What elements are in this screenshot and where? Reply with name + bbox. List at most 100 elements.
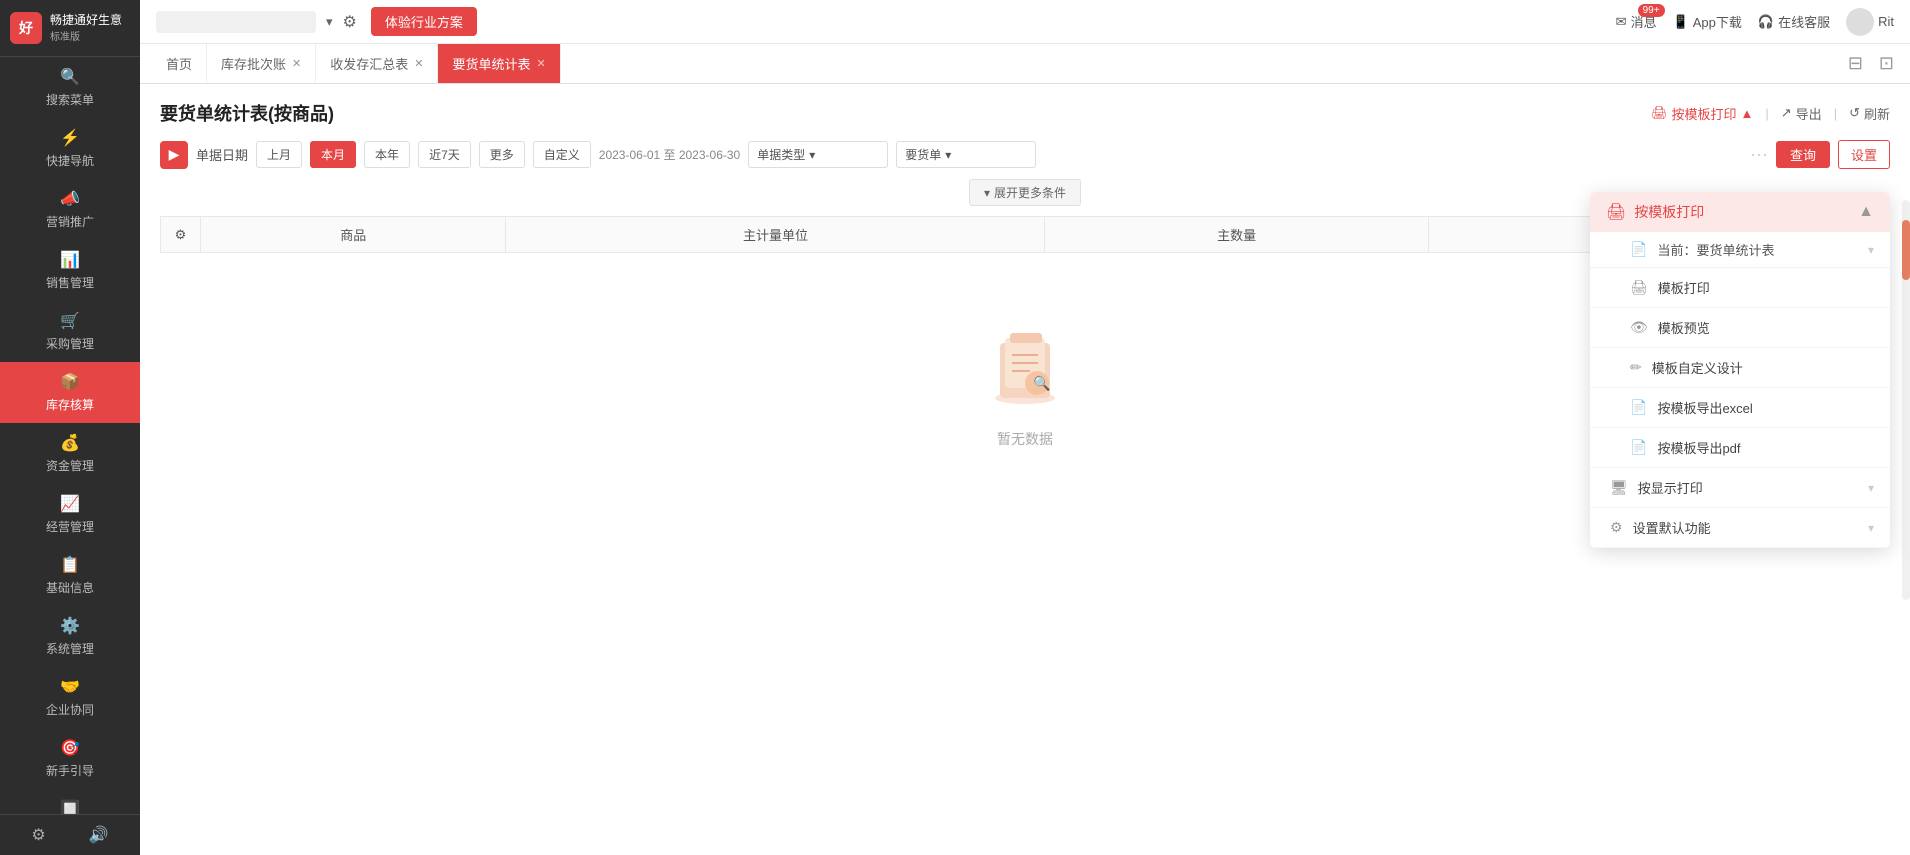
order-status-dropdown-icon: ▾ xyxy=(945,148,951,162)
filter-date-current-month[interactable]: 本月 xyxy=(310,141,356,168)
sidebar-item-label-sales: 销售管理 xyxy=(46,274,94,291)
sidebar-item-label-inventory: 库存核算 xyxy=(46,396,94,413)
sidebar-item-purchase[interactable]: 🛒 采购管理 xyxy=(0,301,140,362)
topbar-dropdown-btn[interactable]: ▾ xyxy=(326,14,333,30)
tab-inventory-batch-close[interactable]: ✕ xyxy=(292,57,301,70)
trial-btn[interactable]: 体验行业方案 xyxy=(371,7,477,36)
user-avatar-btn[interactable]: Rit xyxy=(1846,8,1894,36)
topbar-settings-icon[interactable]: ⚙ xyxy=(343,12,357,32)
sidebar-item-label-search: 搜索菜单 xyxy=(46,91,94,108)
print-dropdown-menu: 🖨 按模板打印 ▲ 📄 当前：要货单统计表 ▾ 🖨 模板打印 xyxy=(1590,192,1890,548)
notification-badge: 99+ xyxy=(1638,4,1665,17)
expand-more-icon: ▾ xyxy=(984,186,990,200)
filter-date-current-year[interactable]: 本年 xyxy=(364,141,410,168)
tab-order-stats-close[interactable]: ✕ xyxy=(537,57,546,70)
sidebar-item-apps[interactable]: 🔲 应用中心 xyxy=(0,789,140,814)
filter-date-more[interactable]: 更多 xyxy=(479,141,525,168)
refresh-btn[interactable]: ↺ 刷新 xyxy=(1849,104,1890,123)
sidebar-item-label-basic: 基础信息 xyxy=(46,579,94,596)
expand-more-btn[interactable]: ▾ 展开更多条件 xyxy=(969,179,1081,206)
tab-collection-summary-close[interactable]: ✕ xyxy=(414,57,423,70)
app-download-icon: 📱 xyxy=(1673,14,1689,30)
template-custom-label: 模板自定义设计 xyxy=(1652,358,1743,377)
dropdown-item-template-print[interactable]: 🖨 模板打印 xyxy=(1590,268,1890,308)
marketing-icon: 📣 xyxy=(60,189,80,209)
sidebar-item-basic[interactable]: 📋 基础信息 xyxy=(0,545,140,606)
sidebar-item-collab[interactable]: 🤝 企业协同 xyxy=(0,667,140,728)
filter-expand-btn[interactable]: ▶ xyxy=(160,141,188,169)
customer-service-btn[interactable]: 🎧 在线客服 xyxy=(1758,12,1830,31)
speaker-footer-btn[interactable]: 🔊 xyxy=(89,825,109,845)
page-content: 要货单统计表(按商品) 🖨 按模板打印 ▲ | ↗ 导出 | ↺ xyxy=(140,84,1910,855)
filter-right-btns: ··· 查询 设置 xyxy=(1750,140,1890,169)
sidebar-item-label-operations: 经营管理 xyxy=(46,518,94,535)
filter-date-prev-month[interactable]: 上月 xyxy=(256,141,302,168)
sidebar-item-sales[interactable]: 📊 销售管理 xyxy=(0,240,140,301)
sidebar-item-marketing[interactable]: 📣 营销推广 xyxy=(0,179,140,240)
tab-collection-summary[interactable]: 收发存汇总表 ✕ xyxy=(316,44,438,83)
vertical-scrollbar[interactable] xyxy=(1902,200,1910,600)
dropdown-item-display-print[interactable]: 🖥 按显示打印 ▾ xyxy=(1590,468,1890,508)
dropdown-item-export-pdf[interactable]: 📄 按模板导出pdf xyxy=(1590,428,1890,468)
col-settings[interactable]: ⚙ xyxy=(161,217,201,253)
dropdown-header: 🖨 按模板打印 ▲ xyxy=(1590,192,1890,232)
date-label: 单据日期 xyxy=(196,145,248,164)
sidebar-item-search[interactable]: 🔍 搜索菜单 xyxy=(0,57,140,118)
sidebar-item-label-guide: 新手引导 xyxy=(46,762,94,779)
main-area: ▾ ⚙ 体验行业方案 ✉ 消息 99+ 📱 App下载 🎧 在线客服 Rit xyxy=(140,0,1910,855)
display-print-icon: 🖥 xyxy=(1610,479,1628,496)
dropdown-current-item[interactable]: 📄 当前：要货单统计表 ▾ xyxy=(1590,232,1890,268)
sidebar-nav: 🔍 搜索菜单 ⚡ 快捷导航 📣 营销推广 📊 销售管理 🛒 采购管理 📦 库存核… xyxy=(0,57,140,814)
dropdown-close-btn[interactable]: ▲ xyxy=(1858,203,1874,221)
notification-icon: ✉ xyxy=(1616,14,1627,30)
query-btn[interactable]: 查询 xyxy=(1776,141,1830,168)
template-print-label: 模板打印 xyxy=(1658,278,1710,297)
default-func-arrow: ▾ xyxy=(1868,521,1874,535)
current-doc-icon: 📄 xyxy=(1630,241,1647,258)
filter-date-7days[interactable]: 近7天 xyxy=(418,141,471,168)
app-download-btn[interactable]: 📱 App下载 xyxy=(1673,12,1742,31)
filter-date-custom[interactable]: 自定义 xyxy=(533,141,591,168)
export-excel-label: 按模板导出excel xyxy=(1657,398,1752,417)
username-label: Rit xyxy=(1878,14,1894,29)
export-excel-icon: 📄 xyxy=(1630,399,1647,416)
sidebar-item-quick-nav[interactable]: ⚡ 快捷导航 xyxy=(0,118,140,179)
sidebar-item-inventory[interactable]: 📦 库存核算 xyxy=(0,362,140,423)
action-separator-2: | xyxy=(1834,106,1837,121)
tab-inventory-batch[interactable]: 库存批次账 ✕ xyxy=(207,44,316,83)
dropdown-item-template-custom[interactable]: ✏ 模板自定义设计 xyxy=(1590,348,1890,388)
sidebar-item-system[interactable]: ⚙️ 系统管理 xyxy=(0,606,140,667)
settings-btn[interactable]: 设置 xyxy=(1838,140,1890,169)
guide-icon: 🎯 xyxy=(60,738,80,758)
tab-minimize-btn[interactable]: ⊟ xyxy=(1844,49,1867,78)
sidebar-item-guide[interactable]: 🎯 新手引导 xyxy=(0,728,140,789)
printer-header-icon: 🖨 xyxy=(1606,202,1626,222)
dropdown-item-default-func[interactable]: ⚙ 设置默认功能 ▾ xyxy=(1590,508,1890,548)
dropdown-item-template-preview[interactable]: 👁 模板预览 xyxy=(1590,308,1890,348)
sidebar-item-label-purchase: 采购管理 xyxy=(46,335,94,352)
col-unit: 主计量单位 xyxy=(506,217,1045,253)
page-actions: 🖨 按模板打印 ▲ | ↗ 导出 | ↺ 刷新 xyxy=(1651,104,1890,123)
app-name-block: 畅捷通好生意 标准版 xyxy=(50,13,122,44)
print-template-btn[interactable]: 🖨 按模板打印 ▲ xyxy=(1651,104,1753,123)
filter-more-options[interactable]: ··· xyxy=(1750,144,1768,165)
collab-icon: 🤝 xyxy=(60,677,80,697)
notification-btn[interactable]: ✉ 消息 99+ xyxy=(1616,12,1657,31)
svg-text:🔍: 🔍 xyxy=(1033,374,1050,392)
sidebar-item-finance[interactable]: 💰 资金管理 xyxy=(0,423,140,484)
topbar-search-input[interactable] xyxy=(156,11,316,33)
order-status-select[interactable]: 要货单 ▾ xyxy=(896,141,1036,168)
dropdown-item-export-excel[interactable]: 📄 按模板导出excel xyxy=(1590,388,1890,428)
operations-icon: 📈 xyxy=(60,494,80,514)
tab-maximize-btn[interactable]: ⊡ xyxy=(1875,49,1898,78)
tab-home[interactable]: 首页 xyxy=(152,44,207,83)
app-version: 标准版 xyxy=(50,28,122,43)
filter-bar: ▶ 单据日期 上月 本月 本年 近7天 更多 自定义 2023-06-01 至 … xyxy=(160,140,1890,169)
sidebar-item-operations[interactable]: 📈 经营管理 xyxy=(0,484,140,545)
template-custom-icon: ✏ xyxy=(1630,359,1642,376)
tab-order-stats[interactable]: 要货单统计表 ✕ xyxy=(438,44,560,83)
doc-type-select[interactable]: 单据类型 ▾ xyxy=(748,141,888,168)
page-title: 要货单统计表(按商品) xyxy=(160,100,334,126)
export-btn[interactable]: ↗ 导出 xyxy=(1781,104,1822,123)
settings-footer-btn[interactable]: ⚙ xyxy=(31,825,45,845)
